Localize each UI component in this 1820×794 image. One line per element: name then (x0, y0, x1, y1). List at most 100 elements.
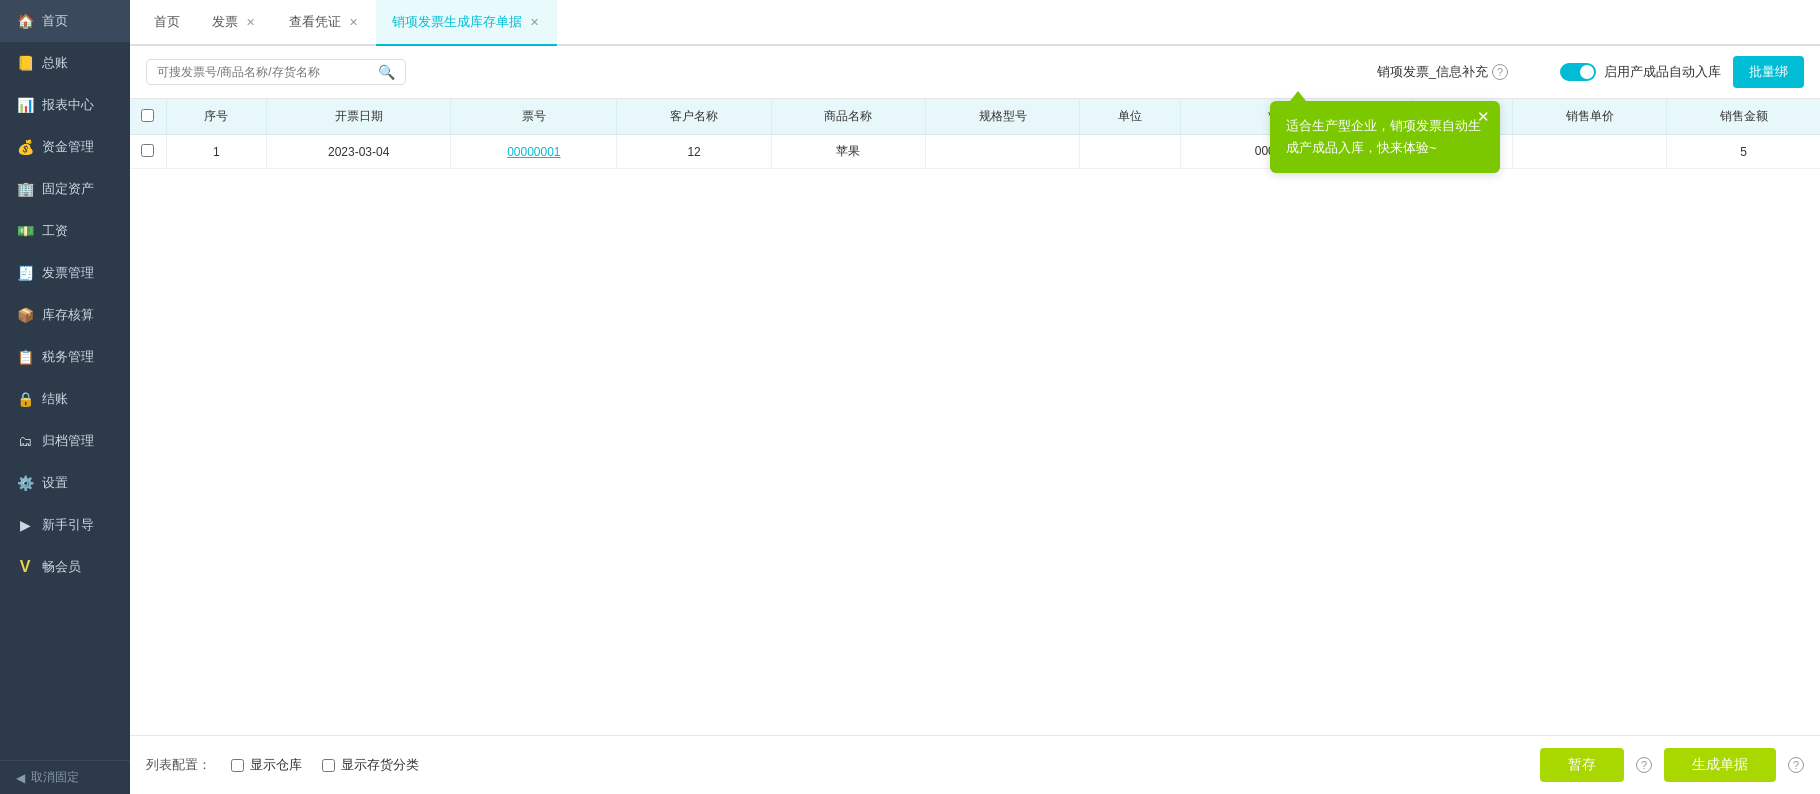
col-header-customer: 客户名称 (617, 99, 771, 135)
info-label-group: 销项发票_信息补充 ? (1377, 63, 1508, 81)
tax-icon: 📋 (16, 348, 34, 366)
cell-model (925, 135, 1079, 169)
sidebar-item-tax[interactable]: 📋 税务管理 (0, 336, 130, 378)
tab-sales-label: 销项发票生成库存单据 (392, 13, 522, 31)
sidebar-label-guide: 新手引导 (42, 516, 94, 534)
tab-sales[interactable]: 销项发票生成库存单据 ✕ (376, 0, 557, 46)
sidebar-label-funds: 资金管理 (42, 138, 94, 156)
row-checkbox[interactable] (141, 144, 154, 157)
tab-invoice-close[interactable]: ✕ (244, 16, 257, 29)
cell-ticket-no[interactable]: 00000001 (451, 135, 617, 169)
cell-checkbox (130, 135, 166, 169)
toolbar: 🔍 销项发票_信息补充 ? 启用产成品自动入库 批量绑 ✕ 适合生产型企业，销项… (130, 46, 1820, 99)
tab-bar: 首页 发票 ✕ 查看凭证 ✕ 销项发票生成库存单据 ✕ (130, 0, 1820, 46)
search-icon[interactable]: 🔍 (378, 64, 395, 80)
cell-price (1513, 135, 1667, 169)
generate-button[interactable]: 生成单据 (1664, 748, 1776, 782)
sidebar-item-reports[interactable]: 📊 报表中心 (0, 84, 130, 126)
sidebar-label-reports: 报表中心 (42, 96, 94, 114)
sidebar-label-payroll: 工资 (42, 222, 68, 240)
select-all-checkbox[interactable] (141, 109, 154, 122)
data-table: 序号 开票日期 票号 客户名称 商品名称 规格型号 单位 * 存货名称 数量 销… (130, 99, 1820, 169)
show-warehouse-label: 显示仓库 (250, 756, 302, 774)
col-header-product: 商品名称 (771, 99, 925, 135)
search-box[interactable]: 🔍 (146, 59, 406, 85)
tab-home-label: 首页 (154, 13, 180, 31)
sidebar-item-fixed-assets[interactable]: 🏢 固定资产 (0, 168, 130, 210)
sidebar-item-inventory[interactable]: 📦 库存核算 (0, 294, 130, 336)
sidebar-item-closing[interactable]: 🔒 结账 (0, 378, 130, 420)
unpin-button[interactable]: ◀ 取消固定 (0, 760, 130, 794)
col-header-unit: 单位 (1080, 99, 1181, 135)
table-header-row: 序号 开票日期 票号 客户名称 商品名称 规格型号 单位 * 存货名称 数量 销… (130, 99, 1820, 135)
info-icon[interactable]: ? (1492, 64, 1508, 80)
payroll-icon: 💵 (16, 222, 34, 240)
tab-sales-close[interactable]: ✕ (528, 16, 541, 29)
tab-voucher-label: 查看凭证 (289, 13, 341, 31)
sidebar-label-ledger: 总账 (42, 54, 68, 72)
cell-date: 2023-03-04 (267, 135, 451, 169)
closing-icon: 🔒 (16, 390, 34, 408)
footer: 列表配置： 显示仓库 显示存货分类 暂存 ? 生成单据 ? (130, 735, 1820, 794)
auto-stock-toggle[interactable] (1560, 63, 1596, 81)
settings-icon: ⚙️ (16, 474, 34, 492)
tab-home[interactable]: 首页 (138, 0, 196, 46)
footer-buttons: 暂存 ? 生成单据 ? (1540, 748, 1804, 782)
content-area: 🔍 销项发票_信息补充 ? 启用产成品自动入库 批量绑 ✕ 适合生产型企业，销项… (130, 46, 1820, 794)
save-button[interactable]: 暂存 (1540, 748, 1624, 782)
sidebar-item-guide[interactable]: ▶ 新手引导 (0, 504, 130, 546)
sidebar-item-home[interactable]: 🏠 首页 (0, 0, 130, 42)
col-header-price: 销售单价 (1513, 99, 1667, 135)
cell-seq: 1 (166, 135, 267, 169)
unpin-label: 取消固定 (31, 769, 79, 786)
sidebar-item-payroll[interactable]: 💵 工资 (0, 210, 130, 252)
main-area: 首页 发票 ✕ 查看凭证 ✕ 销项发票生成库存单据 ✕ 🔍 销项发票_信息补充 … (130, 0, 1820, 794)
generate-help-icon[interactable]: ? (1788, 757, 1804, 773)
ticket-link[interactable]: 00000001 (507, 145, 560, 159)
save-help-icon[interactable]: ? (1636, 757, 1652, 773)
cell-customer: 12 (617, 135, 771, 169)
tooltip-arrow (1290, 91, 1306, 101)
sidebar-label-inventory: 库存核算 (42, 306, 94, 324)
sidebar-item-funds[interactable]: 💰 资金管理 (0, 126, 130, 168)
sidebar-label-assets: 固定资产 (42, 180, 94, 198)
table-wrapper: 序号 开票日期 票号 客户名称 商品名称 规格型号 单位 * 存货名称 数量 销… (130, 99, 1820, 735)
sidebar-item-invoice-mgmt[interactable]: 🧾 发票管理 (0, 252, 130, 294)
info-text: 销项发票_信息补充 (1377, 63, 1488, 81)
show-category-checkbox[interactable] (322, 759, 335, 772)
col-header-amount: 销售金额 (1667, 99, 1820, 135)
table-row: 1 2023-03-04 00000001 12 苹果 000001 苹果 个 … (130, 135, 1820, 169)
funds-icon: 💰 (16, 138, 34, 156)
sidebar-label-tax: 税务管理 (42, 348, 94, 366)
ledger-icon: 📒 (16, 54, 34, 72)
tab-voucher[interactable]: 查看凭证 ✕ (273, 0, 376, 46)
sidebar-label-vip: 畅会员 (42, 558, 81, 576)
vip-icon: V (16, 558, 34, 576)
sidebar-item-settings[interactable]: ⚙️ 设置 (0, 462, 130, 504)
sidebar-label-archive: 归档管理 (42, 432, 94, 450)
config-label: 列表配置： (146, 756, 211, 774)
show-warehouse-checkbox[interactable] (231, 759, 244, 772)
assets-icon: 🏢 (16, 180, 34, 198)
sidebar-item-general-ledger[interactable]: 📒 总账 (0, 42, 130, 84)
sidebar-label-home: 首页 (42, 12, 68, 30)
sidebar-item-archive[interactable]: 🗂 归档管理 (0, 420, 130, 462)
sidebar-item-vip[interactable]: V 畅会员 (0, 546, 130, 588)
tooltip-content: 适合生产型企业，销项发票自动生成产成品入库，快来体验~ (1286, 118, 1481, 155)
guide-icon: ▶ (16, 516, 34, 534)
sidebar-label-invoice: 发票管理 (42, 264, 94, 282)
tab-invoice[interactable]: 发票 ✕ (196, 0, 273, 46)
show-category-label: 显示存货分类 (341, 756, 419, 774)
archive-icon: 🗂 (16, 432, 34, 450)
tab-invoice-label: 发票 (212, 13, 238, 31)
unpin-icon: ◀ (16, 771, 25, 785)
show-category-group: 显示存货分类 (322, 756, 419, 774)
search-input[interactable] (157, 65, 372, 79)
tab-voucher-close[interactable]: ✕ (347, 16, 360, 29)
col-header-checkbox (130, 99, 166, 135)
batch-bind-button[interactable]: 批量绑 (1733, 56, 1804, 88)
home-icon: 🏠 (16, 12, 34, 30)
sidebar-label-closing: 结账 (42, 390, 68, 408)
reports-icon: 📊 (16, 96, 34, 114)
tooltip-close-button[interactable]: ✕ (1477, 109, 1490, 124)
